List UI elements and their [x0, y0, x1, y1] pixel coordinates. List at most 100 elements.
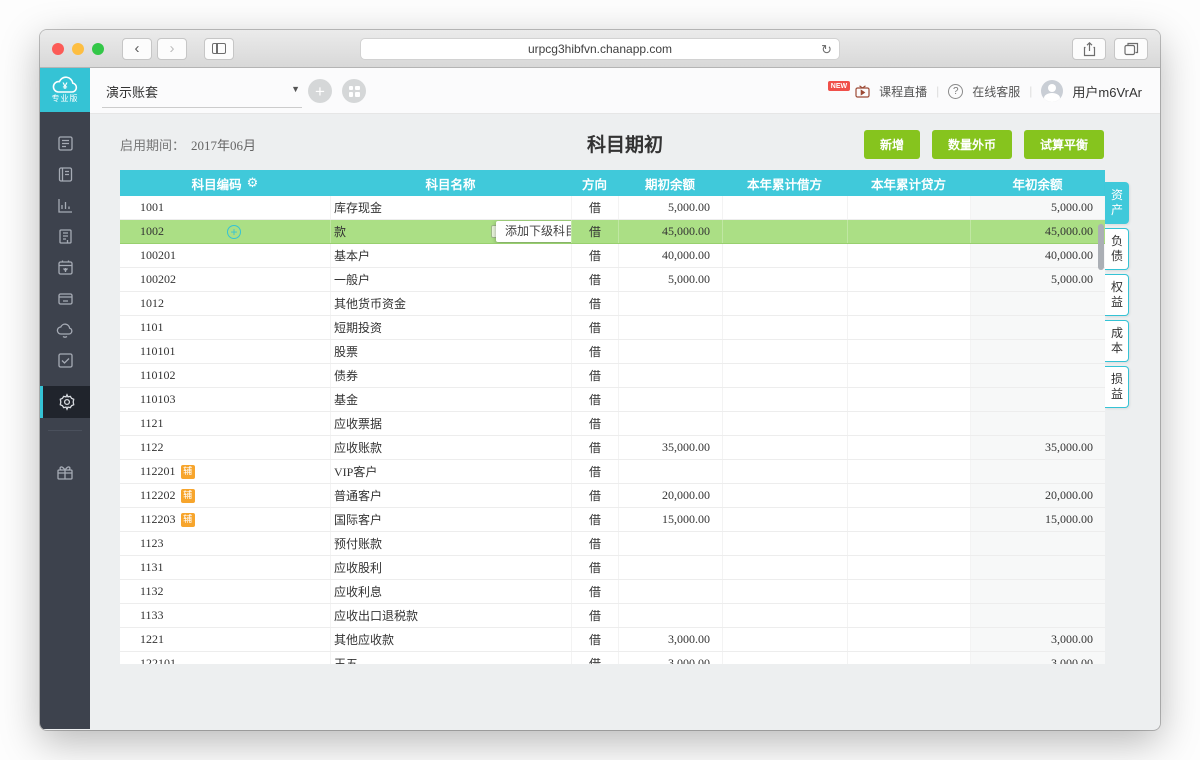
online-support-link[interactable]: 在线客服: [972, 83, 1020, 100]
table-row[interactable]: 1002 + 添加下级科目 款 ? 借 45,000.00 45,000.00: [120, 220, 1105, 244]
ledger-icon: [58, 167, 72, 182]
table-row[interactable]: 1012 其他货币资金 借: [120, 292, 1105, 316]
table-row[interactable]: 112201 辅 VIP客户 借: [120, 460, 1105, 484]
table-row[interactable]: 1001 库存现金 借 5,000.00 5,000.00: [120, 196, 1105, 220]
table-row[interactable]: 1123 预付账款 借: [120, 532, 1105, 556]
forward-button[interactable]: ›: [157, 37, 187, 60]
col-header-year-begin: 年初余额: [1012, 177, 1063, 192]
account-code: 1122: [140, 440, 164, 454]
sidebar-item-salary[interactable]: [40, 283, 90, 314]
category-tab-损益[interactable]: 损益: [1105, 366, 1129, 408]
table-row[interactable]: 112202 辅 普通客户 借 20,000.00 20,000.00: [120, 484, 1105, 508]
balance-direction: 借: [588, 513, 601, 527]
minimize-window-button[interactable]: [72, 42, 84, 55]
account-name: 其他应收款: [334, 633, 395, 647]
browser-window: ‹ › urpcg3hibfvn.chanapp.com ↻ ¥ 专业版 演示账…: [40, 30, 1160, 730]
table-row[interactable]: 1133 应收出口退税款 借: [120, 604, 1105, 628]
share-button[interactable]: [1072, 38, 1106, 60]
edition-label: 专业版: [51, 94, 79, 103]
account-name: 其他货币资金: [334, 297, 407, 311]
live-course-link[interactable]: 课程直播: [879, 83, 927, 100]
page: ‹ › urpcg3hibfvn.chanapp.com ↻ ¥ 专业版 演示账…: [0, 0, 1200, 760]
table-scrollbar-thumb[interactable]: [1098, 224, 1104, 270]
column-settings-gear-icon[interactable]: ⚙: [247, 175, 259, 191]
table-row[interactable]: 1121 应收票据 借: [120, 412, 1105, 436]
user-menu[interactable]: 用户m6VrAr: [1072, 82, 1142, 101]
table-row[interactable]: 1122 应收账款 借 35,000.00 35,000.00: [120, 436, 1105, 460]
table-row[interactable]: 1101 短期投资 借: [120, 316, 1105, 340]
add-sub-account-icon[interactable]: +: [227, 224, 241, 239]
account-set-select[interactable]: 演示账套 ▼: [102, 80, 302, 108]
gift-icon: [57, 466, 73, 480]
table-row[interactable]: 110101 股票 借: [120, 340, 1105, 364]
sidebar-item-invoice[interactable]: [40, 221, 90, 252]
year-begin-balance: 5,000.00: [1051, 200, 1093, 214]
balance-direction: 借: [588, 297, 601, 311]
app-sidebar: ¥ 专业版: [40, 68, 90, 729]
back-button[interactable]: ‹: [122, 37, 152, 60]
balance-direction: 借: [588, 225, 601, 239]
opening-balance: 20,000.00: [662, 488, 710, 502]
table-row[interactable]: 110103 基金 借: [120, 388, 1105, 412]
balance-direction: 借: [588, 345, 601, 359]
col-header-direction: 方向: [581, 177, 607, 192]
balance-direction: 借: [588, 465, 601, 479]
sidebar-item-settings[interactable]: [40, 386, 90, 418]
sidebar-item-voucher[interactable]: [40, 128, 90, 159]
app-logo[interactable]: ¥ 专业版: [40, 68, 90, 112]
balance-direction: 借: [588, 249, 601, 263]
account-name: VIP客户: [334, 465, 378, 479]
action-buttons: 新增 数量外币 试算平衡: [863, 130, 1104, 159]
browser-titlebar: ‹ › urpcg3hibfvn.chanapp.com ↻: [40, 30, 1160, 68]
opening-balance: 35,000.00: [662, 440, 710, 454]
apps-grid-button[interactable]: [342, 79, 366, 103]
account-name: 短期投资: [334, 321, 383, 335]
balance-direction: 借: [588, 561, 601, 575]
table-row[interactable]: 100201 基本户 借 40,000.00 40,000.00: [120, 244, 1105, 268]
sidebar-item-checkout[interactable]: [40, 345, 90, 376]
table-row[interactable]: 1131 应收股利 借: [120, 556, 1105, 580]
category-tab-权益[interactable]: 权益: [1105, 274, 1129, 316]
qty-currency-button[interactable]: 数量外币: [931, 130, 1012, 159]
sidebar-item-fund[interactable]: [40, 252, 90, 283]
balance-direction: 借: [588, 273, 601, 287]
opening-balance: 3,000.00: [668, 656, 710, 664]
category-tab-资产[interactable]: 资产: [1105, 182, 1129, 224]
balance-direction: 借: [588, 201, 601, 215]
table-row[interactable]: 112203 辅 国际客户 借 15,000.00 15,000.00: [120, 508, 1105, 532]
refresh-icon[interactable]: ↻: [821, 42, 832, 58]
category-tabs: 资产负债权益成本损益: [1105, 182, 1129, 408]
account-name: 应收利息: [334, 585, 383, 599]
year-begin-balance: 3,000.00: [1051, 632, 1093, 646]
sidebar-item-gift[interactable]: [40, 457, 90, 488]
trial-balance-button[interactable]: 试算平衡: [1023, 130, 1104, 159]
table-row[interactable]: 110102 债券 借: [120, 364, 1105, 388]
category-tab-成本[interactable]: 成本: [1105, 320, 1129, 362]
share-icon: [1083, 41, 1095, 56]
account-code: 1123: [140, 536, 164, 550]
table-row[interactable]: 100202 一般户 借 5,000.00 5,000.00: [120, 268, 1105, 292]
sidebar-toggle-button[interactable]: [204, 37, 234, 60]
account-name: 基本户: [334, 249, 371, 263]
address-bar[interactable]: urpcg3hibfvn.chanapp.com ↻: [360, 38, 840, 60]
balance-direction: 借: [588, 657, 601, 664]
zoom-window-button[interactable]: [92, 42, 104, 55]
close-window-button[interactable]: [52, 42, 64, 55]
table-row[interactable]: 122101 王五 借 3,000.00 3,000.00: [120, 652, 1105, 664]
sidebar-item-report[interactable]: [40, 190, 90, 221]
year-begin-balance: 20,000.00: [1045, 488, 1093, 502]
sidebar-item-collab[interactable]: [40, 314, 90, 345]
aux-accounting-badge: 辅: [180, 464, 195, 479]
account-name: 债券: [334, 369, 359, 383]
add-account-set-button[interactable]: +: [308, 79, 332, 103]
add-button[interactable]: 新增: [863, 130, 920, 159]
user-avatar: [1041, 80, 1064, 102]
sidebar-item-ledger[interactable]: [40, 159, 90, 190]
invoice-icon: [58, 229, 72, 244]
category-tab-负债[interactable]: 负债: [1105, 228, 1129, 270]
account-code: 110103: [140, 392, 176, 406]
table-row[interactable]: 1132 应收利息 借: [120, 580, 1105, 604]
aux-accounting-badge: 辅: [180, 488, 195, 503]
table-row[interactable]: 1221 其他应收款 借 3,000.00 3,000.00: [120, 628, 1105, 652]
tabs-overview-button[interactable]: [1114, 38, 1148, 60]
